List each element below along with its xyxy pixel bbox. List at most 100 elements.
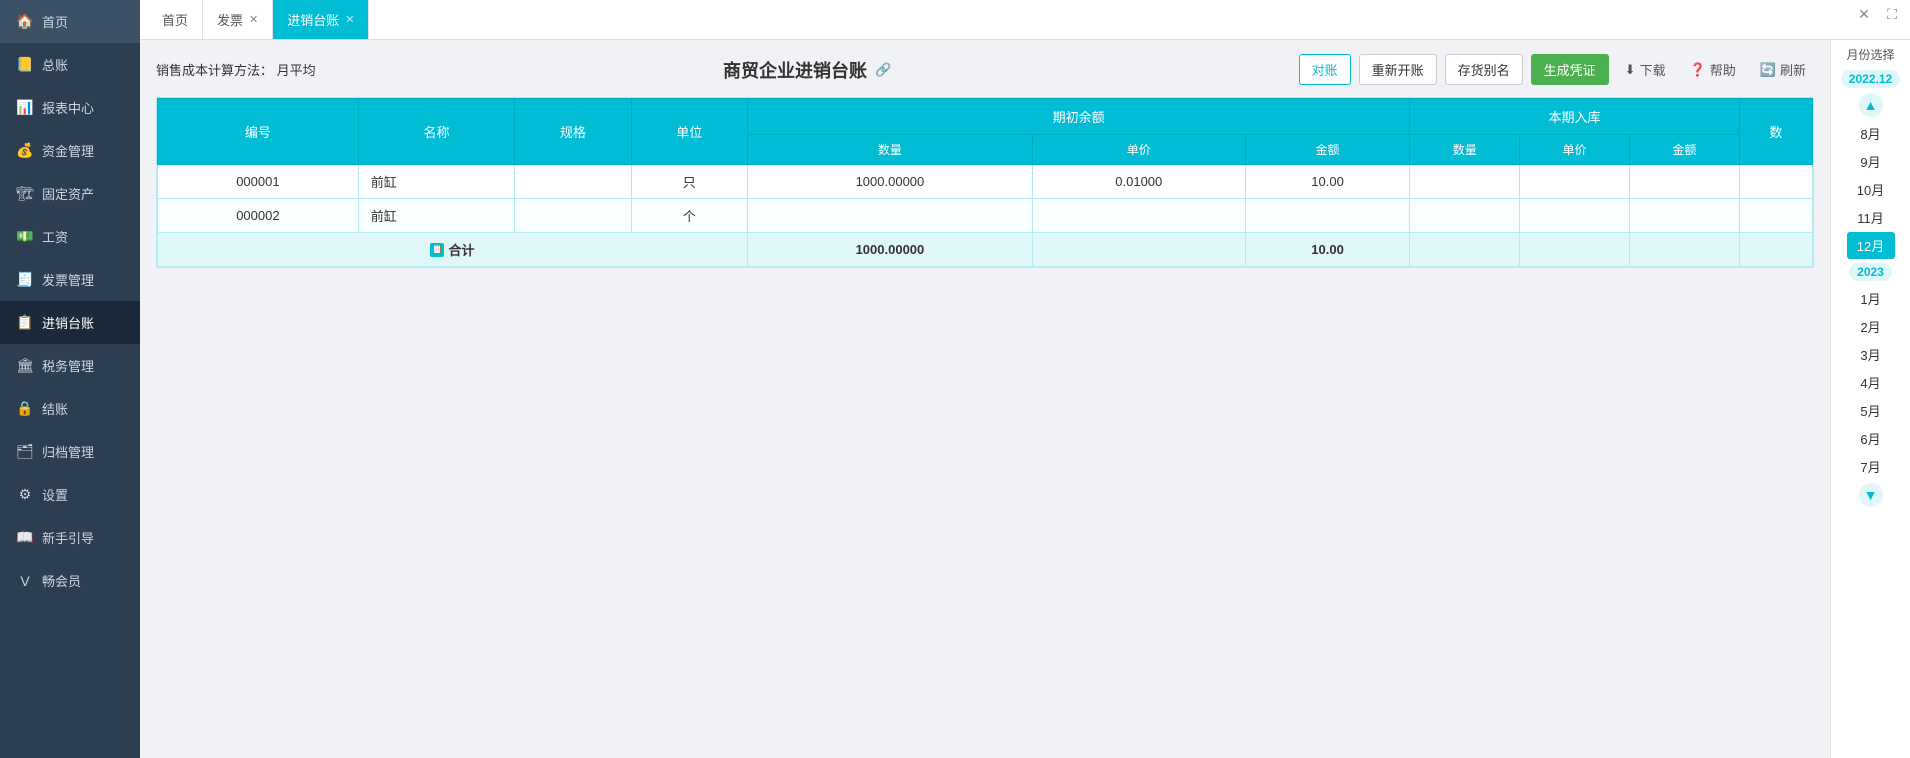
tab-invoice[interactable]: 发票✕ bbox=[203, 0, 273, 39]
sidebar-item-stock[interactable]: 📋 进销台账 bbox=[0, 301, 140, 344]
sidebar-item-salary[interactable]: 💵 工资 bbox=[0, 215, 140, 258]
table-row: 000001 前缸 只 1000.00000 0.01000 10.00 bbox=[158, 165, 1813, 199]
month-item-5月[interactable]: 5月 bbox=[1847, 397, 1895, 424]
funds-icon: 💰 bbox=[16, 142, 34, 159]
month-up-button[interactable]: ▲ bbox=[1859, 93, 1883, 117]
col-name: 名称 bbox=[358, 99, 514, 165]
window-controls: ✕ ⛶ bbox=[1854, 4, 1902, 24]
sidebar-item-invoice[interactable]: 🧾 发票管理 bbox=[0, 258, 140, 301]
ledger-icon: 📒 bbox=[16, 56, 34, 73]
cell-in-amount bbox=[1629, 165, 1739, 199]
month-item-8月[interactable]: 8月 bbox=[1847, 120, 1895, 147]
total-label-cell: 📋 合计 bbox=[158, 233, 748, 267]
sidebar-item-archive[interactable]: 🗂 归档管理 bbox=[0, 430, 140, 473]
sidebar-label-member: 畅会员 bbox=[42, 571, 81, 590]
months-2022-list: 8月9月10月11月12月 bbox=[1847, 119, 1895, 260]
sidebar-label-home: 首页 bbox=[42, 12, 68, 31]
col-open-amount: 金额 bbox=[1245, 135, 1410, 165]
sidebar-label-invoice: 发票管理 bbox=[42, 270, 94, 289]
sidebar-label-assets: 固定资产 bbox=[42, 184, 94, 203]
cell-open-amount bbox=[1245, 199, 1410, 233]
sidebar-label-funds: 资金管理 bbox=[42, 141, 94, 160]
month-down-button[interactable]: ▼ bbox=[1859, 483, 1883, 507]
tab-stock[interactable]: 进销台账✕ bbox=[273, 0, 369, 39]
col-open-price: 单价 bbox=[1032, 135, 1245, 165]
total-in-qty bbox=[1410, 233, 1520, 267]
cell-in-amount bbox=[1629, 199, 1739, 233]
cell-spec bbox=[515, 165, 631, 199]
month-item-1月[interactable]: 1月 bbox=[1847, 285, 1895, 312]
tab-close-invoice[interactable]: ✕ bbox=[249, 13, 258, 26]
salary-icon: 💵 bbox=[16, 228, 34, 245]
col-open-qty: 数量 bbox=[747, 135, 1032, 165]
total-open-amount: 10.00 bbox=[1245, 233, 1410, 267]
year-2022-label: 2022.12 bbox=[1841, 70, 1900, 88]
cell-in-price bbox=[1520, 165, 1630, 199]
month-item-10月[interactable]: 10月 bbox=[1847, 176, 1895, 203]
cell-in-price bbox=[1520, 199, 1630, 233]
sidebar-label-reports: 报表中心 bbox=[42, 98, 94, 117]
col-other: 数 bbox=[1739, 99, 1812, 165]
generate-voucher-button[interactable]: 生成凭证 bbox=[1531, 54, 1609, 85]
sidebar-item-funds[interactable]: 💰 资金管理 bbox=[0, 129, 140, 172]
month-item-11月[interactable]: 11月 bbox=[1847, 204, 1895, 231]
col-in-qty: 数量 bbox=[1410, 135, 1520, 165]
cost-method-value: 月平均 bbox=[277, 63, 316, 78]
save-alias-button[interactable]: 存货别名 bbox=[1445, 54, 1523, 85]
cell-code: 000002 bbox=[158, 199, 359, 233]
cell-spec bbox=[515, 199, 631, 233]
cell-open-price: 0.01000 bbox=[1032, 165, 1245, 199]
sidebar-label-closing: 结账 bbox=[42, 399, 68, 418]
content-area: 销售成本计算方法： 月平均 商贸企业进销台账 🔗 对账 重新开账 存货别名 生成… bbox=[140, 40, 1910, 758]
month-item-2月[interactable]: 2月 bbox=[1847, 313, 1895, 340]
cell-other bbox=[1739, 165, 1812, 199]
cell-unit: 个 bbox=[631, 199, 747, 233]
col-opening-balance: 期初余额 bbox=[747, 99, 1409, 135]
sidebar-item-tax[interactable]: 🏛 税务管理 bbox=[0, 344, 140, 387]
close-button[interactable]: ✕ bbox=[1854, 4, 1874, 24]
total-open-qty: 1000.00000 bbox=[747, 233, 1032, 267]
tab-home[interactable]: 首页 bbox=[148, 0, 203, 39]
invoice-icon: 🧾 bbox=[16, 271, 34, 288]
month-item-9月[interactable]: 9月 bbox=[1847, 148, 1895, 175]
cost-method-label: 销售成本计算方法： bbox=[156, 63, 273, 78]
reports-icon: 📊 bbox=[16, 99, 34, 116]
tab-label-home: 首页 bbox=[162, 10, 188, 29]
month-item-6月[interactable]: 6月 bbox=[1847, 425, 1895, 452]
sidebar-item-ledger[interactable]: 📒 总账 bbox=[0, 43, 140, 86]
sidebar-label-archive: 归档管理 bbox=[42, 442, 94, 461]
refresh-button[interactable]: 🔄 刷新 bbox=[1752, 55, 1814, 84]
sidebar: 🏠 首页 📒 总账 📊 报表中心 💰 资金管理 🏗 固定资产 💵 工资 🧾 发票… bbox=[0, 0, 140, 758]
year-2023-label: 2023 bbox=[1849, 263, 1892, 281]
tab-close-stock[interactable]: ✕ bbox=[345, 13, 354, 26]
sidebar-item-assets[interactable]: 🏗 固定资产 bbox=[0, 172, 140, 215]
member-icon: V bbox=[16, 573, 34, 589]
sidebar-item-settings[interactable]: ⚙ 设置 bbox=[0, 473, 140, 516]
sidebar-item-reports[interactable]: 📊 报表中心 bbox=[0, 86, 140, 129]
cell-code: 000001 bbox=[158, 165, 359, 199]
sidebar-label-tax: 税务管理 bbox=[42, 356, 94, 375]
sidebar-label-ledger: 总账 bbox=[42, 55, 68, 74]
sidebar-label-salary: 工资 bbox=[42, 227, 68, 246]
main-area: ✕ ⛶ 首页发票✕进销台账✕ 销售成本计算方法： 月平均 商贸企业进销台账 🔗 … bbox=[140, 0, 1910, 758]
title-info-icon[interactable]: 🔗 bbox=[875, 62, 891, 78]
cell-in-qty bbox=[1410, 165, 1520, 199]
maximize-button[interactable]: ⛶ bbox=[1882, 4, 1902, 24]
month-item-7月[interactable]: 7月 bbox=[1847, 453, 1895, 480]
assets-icon: 🏗 bbox=[16, 185, 34, 202]
sidebar-item-closing[interactable]: 🔒 结账 bbox=[0, 387, 140, 430]
col-current-inbound: 本期入库 bbox=[1410, 99, 1739, 135]
download-button[interactable]: ⬇ 下载 bbox=[1617, 55, 1674, 84]
reopen-button[interactable]: 重新开账 bbox=[1359, 54, 1437, 85]
month-item-3月[interactable]: 3月 bbox=[1847, 341, 1895, 368]
month-item-12月[interactable]: 12月 bbox=[1847, 232, 1895, 259]
cell-other bbox=[1739, 199, 1812, 233]
help-button[interactable]: ❓ 帮助 bbox=[1682, 55, 1744, 84]
archive-icon: 🗂 bbox=[16, 443, 34, 460]
sidebar-item-home[interactable]: 🏠 首页 bbox=[0, 0, 140, 43]
month-item-4月[interactable]: 4月 bbox=[1847, 369, 1895, 396]
sidebar-item-member[interactable]: V 畅会员 bbox=[0, 559, 140, 602]
stock-icon: 📋 bbox=[16, 314, 34, 331]
reconcile-button[interactable]: 对账 bbox=[1299, 54, 1351, 85]
sidebar-item-guide[interactable]: 📖 新手引导 bbox=[0, 516, 140, 559]
